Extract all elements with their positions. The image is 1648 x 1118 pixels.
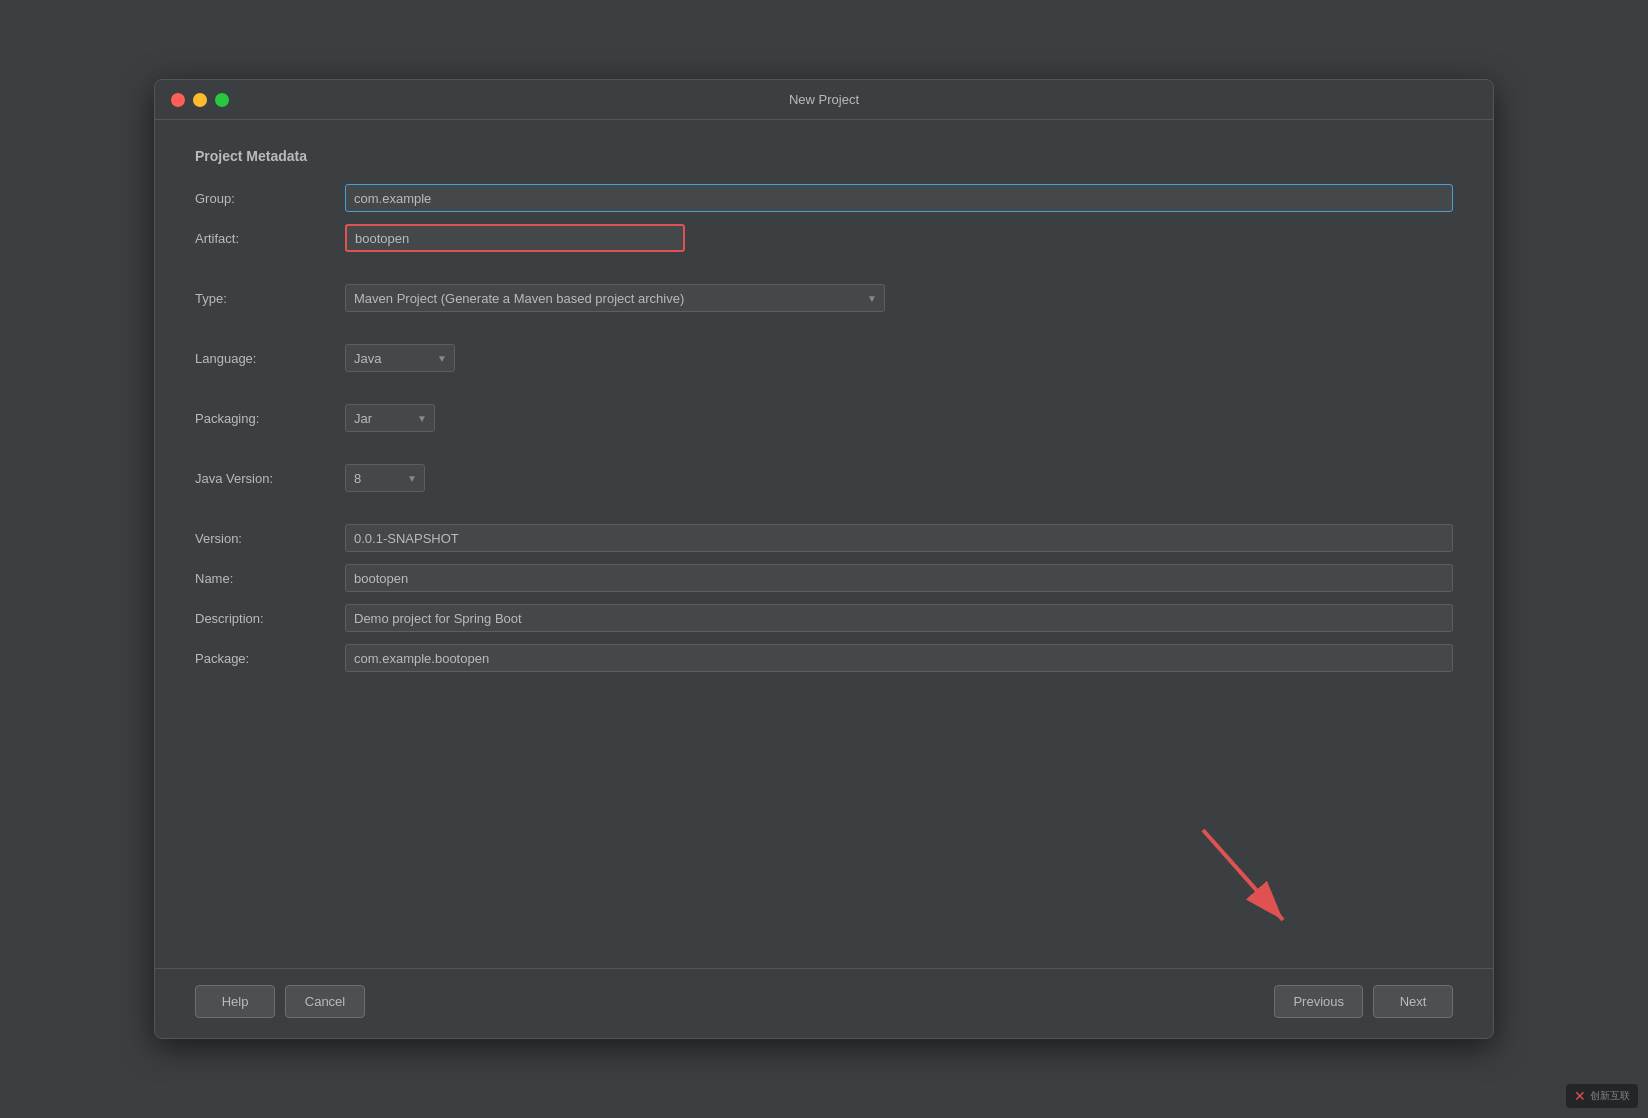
title-bar: New Project — [155, 80, 1493, 120]
name-row: Name: — [195, 564, 1453, 592]
packaging-label: Packaging: — [195, 411, 345, 426]
java-version-label: Java Version: — [195, 471, 345, 486]
packaging-select[interactable]: Jar — [345, 404, 435, 432]
cancel-button[interactable]: Cancel — [285, 985, 365, 1018]
dialog-footer: Help Cancel Previous Next — [155, 968, 1493, 1038]
artifact-label: Artifact: — [195, 231, 345, 246]
package-row: Package: — [195, 644, 1453, 672]
group-input-wrapper — [345, 184, 1453, 212]
next-button[interactable]: Next — [1373, 985, 1453, 1018]
type-dropdown-wrapper: Maven Project (Generate a Maven based pr… — [345, 284, 1453, 312]
group-label: Group: — [195, 191, 345, 206]
language-row: Language: Java ▼ — [195, 344, 1453, 372]
footer-left-buttons: Help Cancel — [195, 985, 365, 1018]
type-dropdown-container: Maven Project (Generate a Maven based pr… — [345, 284, 885, 312]
section-title: Project Metadata — [195, 148, 1453, 164]
arrow-annotation-area — [195, 820, 1453, 940]
description-row: Description: — [195, 604, 1453, 632]
description-input-wrapper — [345, 604, 1453, 632]
name-input-wrapper — [345, 564, 1453, 592]
version-label: Version: — [195, 531, 345, 546]
version-input[interactable] — [345, 524, 1453, 552]
type-label: Type: — [195, 291, 345, 306]
window-title: New Project — [789, 92, 859, 107]
packaging-dropdown-container: Jar ▼ — [345, 404, 435, 432]
maximize-button[interactable] — [215, 93, 229, 107]
form-grid: Group: Artifact: Type: Mave — [195, 184, 1453, 672]
artifact-input[interactable] — [345, 224, 685, 252]
group-input[interactable] — [345, 184, 1453, 212]
red-arrow-annotation — [1163, 810, 1323, 940]
java-version-dropdown-wrapper: 8 ▼ — [345, 464, 1453, 492]
language-label: Language: — [195, 351, 345, 366]
watermark: ✕ 创新互联 — [1566, 1084, 1638, 1108]
java-version-dropdown-container: 8 ▼ — [345, 464, 425, 492]
java-version-row: Java Version: 8 ▼ — [195, 464, 1453, 492]
package-input[interactable] — [345, 644, 1453, 672]
package-input-wrapper — [345, 644, 1453, 672]
name-label: Name: — [195, 571, 345, 586]
name-input[interactable] — [345, 564, 1453, 592]
new-project-dialog: New Project Project Metadata Group: Arti… — [154, 79, 1494, 1039]
packaging-dropdown-wrapper: Jar ▼ — [345, 404, 1453, 432]
minimize-button[interactable] — [193, 93, 207, 107]
help-button[interactable]: Help — [195, 985, 275, 1018]
type-row: Type: Maven Project (Generate a Maven ba… — [195, 284, 1453, 312]
version-input-wrapper — [345, 524, 1453, 552]
previous-button[interactable]: Previous — [1274, 985, 1363, 1018]
footer-right-buttons: Previous Next — [1274, 985, 1453, 1018]
type-select[interactable]: Maven Project (Generate a Maven based pr… — [345, 284, 885, 312]
artifact-input-wrapper — [345, 224, 1453, 252]
artifact-row: Artifact: — [195, 224, 1453, 252]
version-row: Version: — [195, 524, 1453, 552]
close-button[interactable] — [171, 93, 185, 107]
language-select[interactable]: Java — [345, 344, 455, 372]
description-label: Description: — [195, 611, 345, 626]
language-dropdown-container: Java ▼ — [345, 344, 455, 372]
window-controls — [171, 93, 229, 107]
group-row: Group: — [195, 184, 1453, 212]
package-label: Package: — [195, 651, 345, 666]
java-version-select[interactable]: 8 — [345, 464, 425, 492]
watermark-text: 创新互联 — [1590, 1089, 1630, 1103]
description-input[interactable] — [345, 604, 1453, 632]
language-dropdown-wrapper: Java ▼ — [345, 344, 1453, 372]
packaging-row: Packaging: Jar ▼ — [195, 404, 1453, 432]
svg-line-1 — [1203, 830, 1283, 920]
dialog-body: Project Metadata Group: Artifact: Type: — [155, 120, 1493, 968]
